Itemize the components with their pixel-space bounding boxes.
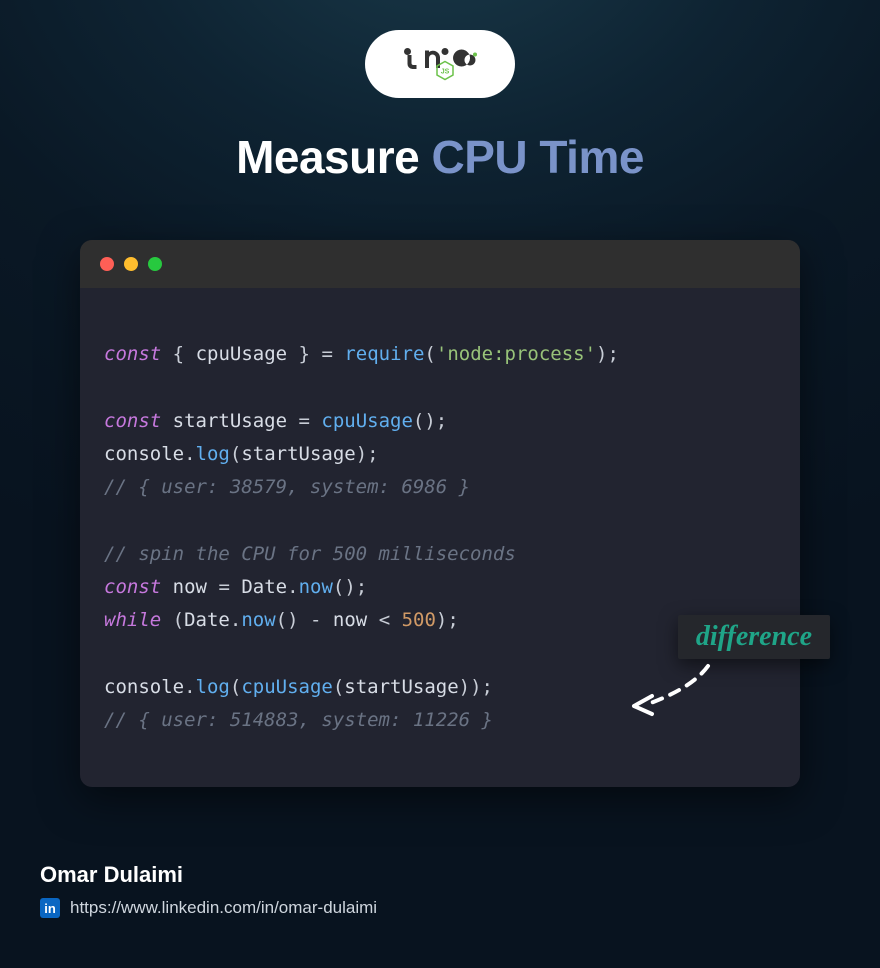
nodejs-logo-icon: JS xyxy=(390,36,490,92)
linkedin-icon: in xyxy=(40,898,60,918)
annotation-difference: difference xyxy=(678,615,830,659)
svg-text:JS: JS xyxy=(441,69,450,76)
author-name: Omar Dulaimi xyxy=(40,862,377,888)
code-body: const { cpuUsage } = require('node:proce… xyxy=(80,288,800,787)
code-window: const { cpuUsage } = require('node:proce… xyxy=(80,240,800,787)
author-link[interactable]: https://www.linkedin.com/in/omar-dulaimi xyxy=(70,898,377,918)
window-minimize-dot xyxy=(124,257,138,271)
page-title: Measure CPU Time xyxy=(0,130,880,184)
footer: Omar Dulaimi in https://www.linkedin.com… xyxy=(40,862,377,918)
title-part-1: Measure xyxy=(236,131,431,183)
window-zoom-dot xyxy=(148,257,162,271)
title-part-2: CPU Time xyxy=(432,131,644,183)
window-titlebar xyxy=(80,240,800,288)
window-close-dot xyxy=(100,257,114,271)
author-link-row: in https://www.linkedin.com/in/omar-dula… xyxy=(40,898,377,918)
node-badge: JS xyxy=(365,30,515,98)
